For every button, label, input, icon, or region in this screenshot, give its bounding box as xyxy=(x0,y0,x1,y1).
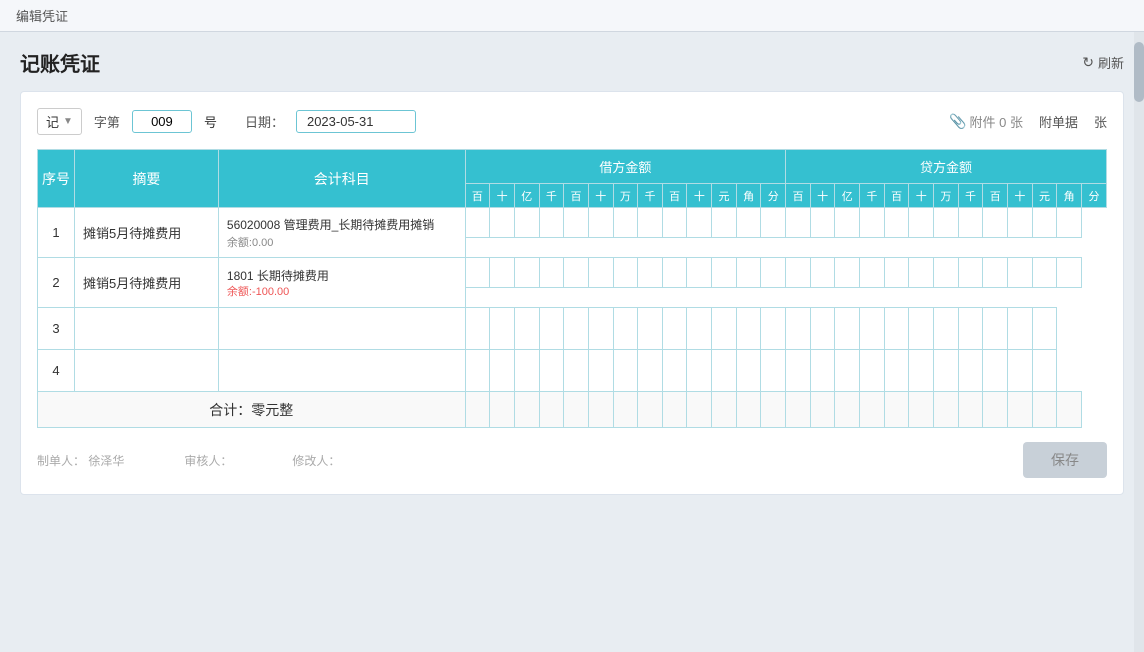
credit-d10: 十 xyxy=(1008,184,1033,208)
fujudan-link[interactable]: 附单据 xyxy=(1039,112,1078,131)
chevron-down-icon: ▼ xyxy=(63,116,73,127)
credit-d3: 亿 xyxy=(835,184,860,208)
save-button[interactable]: 保存 xyxy=(1023,442,1107,478)
reviewer-label: 审核人： xyxy=(184,454,232,468)
debit-d9: 百 xyxy=(662,184,687,208)
credit-d6: 十 xyxy=(909,184,934,208)
maker-label: 制单人： xyxy=(37,454,85,468)
table-row: 3 xyxy=(38,308,1107,350)
row2-no: 2 xyxy=(38,258,75,308)
row4-no: 4 xyxy=(38,350,75,392)
page-title: 记账凭证 xyxy=(20,48,100,77)
credit-header: 贷方金额 xyxy=(786,150,1107,184)
maker-name: 徐泽华 xyxy=(88,454,124,468)
row1-account[interactable]: 56020008 管理费用_长期待摊费用摊销 余额:0.00 xyxy=(218,208,465,258)
attach-link[interactable]: 📎 附件 0 张 xyxy=(949,112,1023,131)
voucher-header: 记 ▼ 字第 号 日期： 📎 附件 0 张 附单据 张 xyxy=(37,108,1107,135)
credit-d13: 分 xyxy=(1081,184,1106,208)
row1-no: 1 xyxy=(38,208,75,258)
col-no-header: 序号 xyxy=(38,150,75,208)
credit-d12: 角 xyxy=(1057,184,1082,208)
debit-d12: 角 xyxy=(736,184,761,208)
editor-label: 修改人： xyxy=(292,454,340,468)
credit-d1: 百 xyxy=(786,184,811,208)
row3-account[interactable] xyxy=(218,308,465,350)
row1-balance: 余额:0.00 xyxy=(227,236,465,251)
title-bar-label: 编辑凭证 xyxy=(16,6,68,25)
refresh-icon: ↻ xyxy=(1082,54,1094,71)
col-summary-header: 摘要 xyxy=(75,150,219,208)
row4-summary[interactable] xyxy=(75,350,219,392)
total-label: 合计：零元整 xyxy=(38,392,466,428)
voucher-table: 序号 摘要 会计科目 借方金额 贷方金额 百 十 亿 千 百 十 万 千 百 十 xyxy=(37,149,1107,428)
debit-d5: 百 xyxy=(564,184,589,208)
credit-d11: 元 xyxy=(1032,184,1057,208)
debit-d3: 亿 xyxy=(514,184,539,208)
credit-d5: 百 xyxy=(884,184,909,208)
voucher-number-input[interactable] xyxy=(132,110,192,133)
debit-d2: 十 xyxy=(490,184,515,208)
debit-d13: 分 xyxy=(761,184,786,208)
scrollbar[interactable] xyxy=(1134,32,1144,652)
hao-label: 号 xyxy=(204,112,217,131)
credit-d9: 百 xyxy=(983,184,1008,208)
table-row: 2 摊销5月待摊费用 1801 长期待摊费用 余额:-100.00 xyxy=(38,258,1107,288)
paperclip-icon: 📎 xyxy=(949,113,966,130)
voucher-card: 记 ▼ 字第 号 日期： 📎 附件 0 张 附单据 张 序号 摘 xyxy=(20,91,1124,495)
attach-label: 附件 0 张 xyxy=(970,112,1023,131)
zi-label: 字第 xyxy=(94,112,120,131)
row2-account[interactable]: 1801 长期待摊费用 余额:-100.00 xyxy=(218,258,465,308)
credit-d2: 十 xyxy=(810,184,835,208)
refresh-label: 刷新 xyxy=(1098,53,1124,72)
col-account-header: 会计科目 xyxy=(218,150,465,208)
debit-d10: 十 xyxy=(687,184,712,208)
credit-d4: 千 xyxy=(860,184,885,208)
ji-label: 记 xyxy=(46,112,59,131)
ji-selector[interactable]: 记 ▼ xyxy=(37,108,82,135)
scrollbar-thumb[interactable] xyxy=(1134,42,1144,102)
date-input[interactable] xyxy=(296,110,416,133)
row2-summary[interactable]: 摊销5月待摊费用 xyxy=(75,258,219,308)
row3-summary[interactable] xyxy=(75,308,219,350)
debit-header: 借方金额 xyxy=(465,150,786,184)
credit-d7: 万 xyxy=(934,184,959,208)
debit-d8: 千 xyxy=(638,184,663,208)
footer-right: 保存 xyxy=(1023,442,1107,478)
zhang-text: 张 xyxy=(1094,112,1107,131)
table-row: 4 xyxy=(38,350,1107,392)
credit-d8: 千 xyxy=(958,184,983,208)
date-label: 日期： xyxy=(245,112,284,131)
debit-d11: 元 xyxy=(712,184,737,208)
editor-field: 修改人： xyxy=(292,452,340,469)
row3-no: 3 xyxy=(38,308,75,350)
header-right: 📎 附件 0 张 附单据 张 xyxy=(949,112,1107,131)
debit-d6: 十 xyxy=(588,184,613,208)
row1-summary[interactable]: 摊销5月待摊费用 xyxy=(75,208,219,258)
debit-d7: 万 xyxy=(613,184,638,208)
row4-account[interactable] xyxy=(218,350,465,392)
row2-balance: 余额:-100.00 xyxy=(227,285,465,300)
maker-field: 制单人： 徐泽华 xyxy=(37,452,124,469)
voucher-footer: 制单人： 徐泽华 审核人： 修改人： 保存 xyxy=(37,442,1107,478)
debit-d4: 千 xyxy=(539,184,564,208)
debit-d1: 百 xyxy=(465,184,490,208)
total-row: 合计：零元整 xyxy=(38,392,1107,428)
reviewer-field: 审核人： xyxy=(184,452,232,469)
refresh-button[interactable]: ↻ 刷新 xyxy=(1082,53,1124,72)
table-row: 1 摊销5月待摊费用 56020008 管理费用_长期待摊费用摊销 余额:0.0… xyxy=(38,208,1107,238)
